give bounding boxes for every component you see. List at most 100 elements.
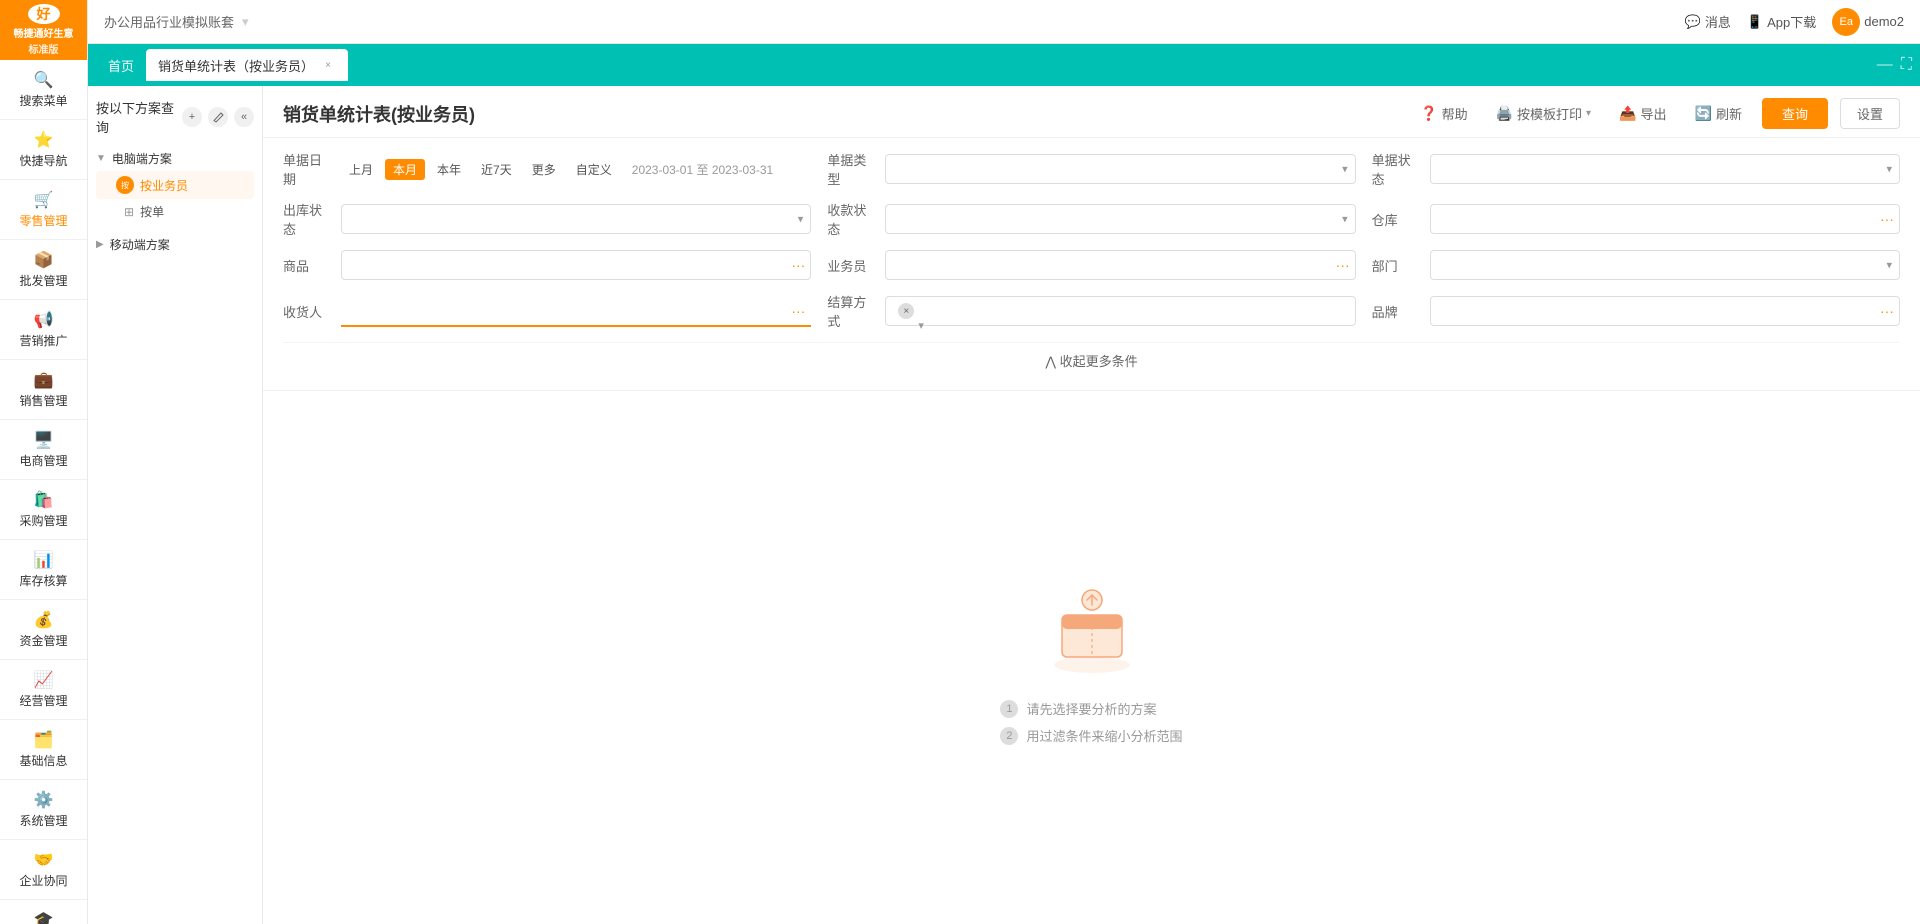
tab-sales-report[interactable]: 销货单统计表（按业务员） ×	[146, 49, 348, 81]
docstatus-control: ▾	[1430, 154, 1900, 184]
dept-select[interactable]	[1430, 250, 1900, 280]
sidebar-item-system[interactable]: ⚙️ 系统管理	[0, 780, 87, 840]
sidebar-item-sales[interactable]: 💼 销售管理	[0, 360, 87, 420]
tab-home[interactable]: 首页	[96, 49, 146, 81]
payment-control: ▾	[885, 204, 1355, 234]
collapse-bar[interactable]: ⋀ 收起更多条件	[283, 342, 1900, 378]
tab-expand-icon[interactable]: ⛶	[1901, 56, 1912, 74]
date-tab-custom[interactable]: 自定义	[568, 159, 620, 180]
sidebar-item-purchase[interactable]: 🛍️ 采购管理	[0, 480, 87, 540]
filter-row-3: 商品 ··· 业务员 ··· 部门	[283, 250, 1900, 280]
tab-minimize-icon[interactable]: —	[1877, 56, 1893, 74]
sidebar-item-retail[interactable]: 🛒 零售管理	[0, 180, 87, 240]
collapse-panel-btn[interactable]: «	[234, 107, 254, 127]
outbound-select[interactable]	[341, 204, 811, 234]
sidebar-item-newbie[interactable]: 🎓 新手引导	[0, 900, 87, 924]
receiver-input[interactable]	[341, 296, 811, 326]
expand-mobile-icon: ▶	[96, 239, 104, 250]
app-download-btn[interactable]: 📱 App下载	[1747, 12, 1816, 31]
outbound-filter-label: 出库状态	[283, 200, 333, 238]
sub-icon: ⊞	[124, 205, 134, 219]
warehouse-filter-label: 仓库	[1372, 210, 1422, 229]
settings-btn[interactable]: 设置	[1840, 98, 1900, 129]
receiver-control: ···	[341, 296, 811, 327]
query-btn[interactable]: 查询	[1762, 98, 1828, 129]
topbar: 办公用品行业模拟账套 ▾ 💬 消息 📱 App下载 Ea demo2	[88, 0, 1920, 44]
help-icon: ❓	[1420, 105, 1437, 122]
brand-input[interactable]	[1430, 296, 1900, 326]
message-btn[interactable]: 💬 消息	[1685, 12, 1731, 31]
user-profile[interactable]: Ea demo2	[1832, 8, 1904, 36]
scheme-group-desktop-header[interactable]: ▼ 电脑端方案	[96, 146, 254, 171]
sub-item-by-doc[interactable]: ⊞ 按单	[96, 199, 254, 224]
print-btn[interactable]: 🖨️ 按模板打印 ▾	[1488, 100, 1599, 127]
message-label: 消息	[1705, 12, 1731, 31]
paymethod-arrow-icon: ▾	[918, 319, 924, 332]
date-filter-controls: 上月 本月 本年 近7天 更多 自定义 2023-03-01 至 2023-03…	[341, 159, 811, 180]
sub-item-label: 按单	[140, 203, 164, 220]
breadcrumb-text: 办公用品行业模拟账套	[104, 12, 234, 31]
outbound-filter-cell: 出库状态 ▾	[283, 200, 811, 238]
sidebar-item-operation[interactable]: 📈 经营管理	[0, 660, 87, 720]
operation-icon: 📈	[5, 670, 82, 690]
expand-icon: ▼	[96, 153, 106, 164]
receiver-filter-cell: 收货人 ···	[283, 296, 811, 327]
panel-header-icons: + «	[182, 107, 254, 127]
help-btn[interactable]: ❓ 帮助	[1412, 100, 1475, 127]
scheme-group-desktop: ▼ 电脑端方案 按 按业务员 ⊞ 按单	[96, 146, 254, 224]
tab-close-icon[interactable]: ×	[320, 57, 336, 73]
scheme-item-by-salesperson[interactable]: 按 按业务员	[96, 171, 254, 199]
brand-dots-icon[interactable]: ···	[1880, 303, 1894, 319]
payment-select[interactable]	[885, 204, 1355, 234]
user-name: demo2	[1864, 14, 1904, 29]
export-btn[interactable]: 📤 导出	[1611, 100, 1674, 127]
sidebar-item-basic[interactable]: 🗂️ 基础信息	[0, 720, 87, 780]
page-actions: ❓ 帮助 🖨️ 按模板打印 ▾ 📤 导出 🔄 刷新	[1412, 98, 1900, 129]
salesperson-input[interactable]	[885, 250, 1355, 280]
sidebar-item-wholesale[interactable]: 📦 批发管理	[0, 240, 87, 300]
receiver-dots-icon[interactable]: ···	[791, 303, 805, 319]
goods-dots-icon[interactable]: ···	[791, 257, 805, 273]
sidebar-item-marketing[interactable]: 📢 营销推广	[0, 300, 87, 360]
brand-filter-cell: 品牌 ···	[1372, 296, 1900, 326]
paymethod-clear-btn[interactable]: ×	[898, 303, 914, 319]
goods-input[interactable]	[341, 250, 811, 280]
warehouse-control: ···	[1430, 204, 1900, 234]
date-tab-this-month[interactable]: 本月	[385, 159, 425, 180]
edit-scheme-btn[interactable]	[208, 107, 228, 127]
sidebar-item-finance[interactable]: 💰 资金管理	[0, 600, 87, 660]
receiver-filter-label: 收货人	[283, 302, 333, 321]
sidebar-item-search[interactable]: 🔍 搜索菜单	[0, 60, 87, 120]
docstatus-select[interactable]	[1430, 154, 1900, 184]
sidebar-item-quicknav[interactable]: ⭐ 快捷导航	[0, 120, 87, 180]
tabbar: 首页 销货单统计表（按业务员） × — ⛶	[88, 44, 1920, 86]
add-scheme-btn[interactable]: +	[182, 107, 202, 127]
warehouse-input[interactable]	[1430, 204, 1900, 234]
logo-icon: 好	[28, 4, 60, 24]
date-tab-7days[interactable]: 近7天	[473, 159, 520, 180]
user-avatar: Ea	[1832, 8, 1860, 36]
sidebar-label-finance: 资金管理	[5, 632, 82, 649]
ecom-icon: 🖥️	[5, 430, 82, 450]
search-icon: 🔍	[5, 70, 82, 90]
date-tab-more[interactable]: 更多	[524, 159, 564, 180]
warehouse-dots-icon[interactable]: ···	[1880, 211, 1894, 227]
goods-control: ···	[341, 250, 811, 280]
topbar-left: 办公用品行业模拟账套 ▾	[104, 12, 249, 31]
paymethod-filter-cell: 结算方式 × ▾	[827, 292, 1355, 330]
doctype-select[interactable]	[885, 154, 1355, 184]
sidebar-item-inventory[interactable]: 📊 库存核算	[0, 540, 87, 600]
doctype-control: ▾	[885, 154, 1355, 184]
sidebar-label-system: 系统管理	[5, 812, 82, 829]
wholesale-icon: 📦	[5, 250, 82, 270]
docstatus-filter-label: 单据状态	[1372, 150, 1422, 188]
sidebar-item-ecom[interactable]: 🖥️ 电商管理	[0, 420, 87, 480]
sales-report-tab-label: 销货单统计表（按业务员）	[158, 56, 314, 75]
outbound-control: ▾	[341, 204, 811, 234]
sidebar-item-enterprise[interactable]: 🤝 企业协同	[0, 840, 87, 900]
date-tab-last-month[interactable]: 上月	[341, 159, 381, 180]
salesperson-dots-icon[interactable]: ···	[1336, 257, 1350, 273]
scheme-group-mobile-header[interactable]: ▶ 移动端方案	[96, 232, 254, 257]
refresh-btn[interactable]: 🔄 刷新	[1687, 100, 1750, 127]
date-tab-this-year[interactable]: 本年	[429, 159, 469, 180]
